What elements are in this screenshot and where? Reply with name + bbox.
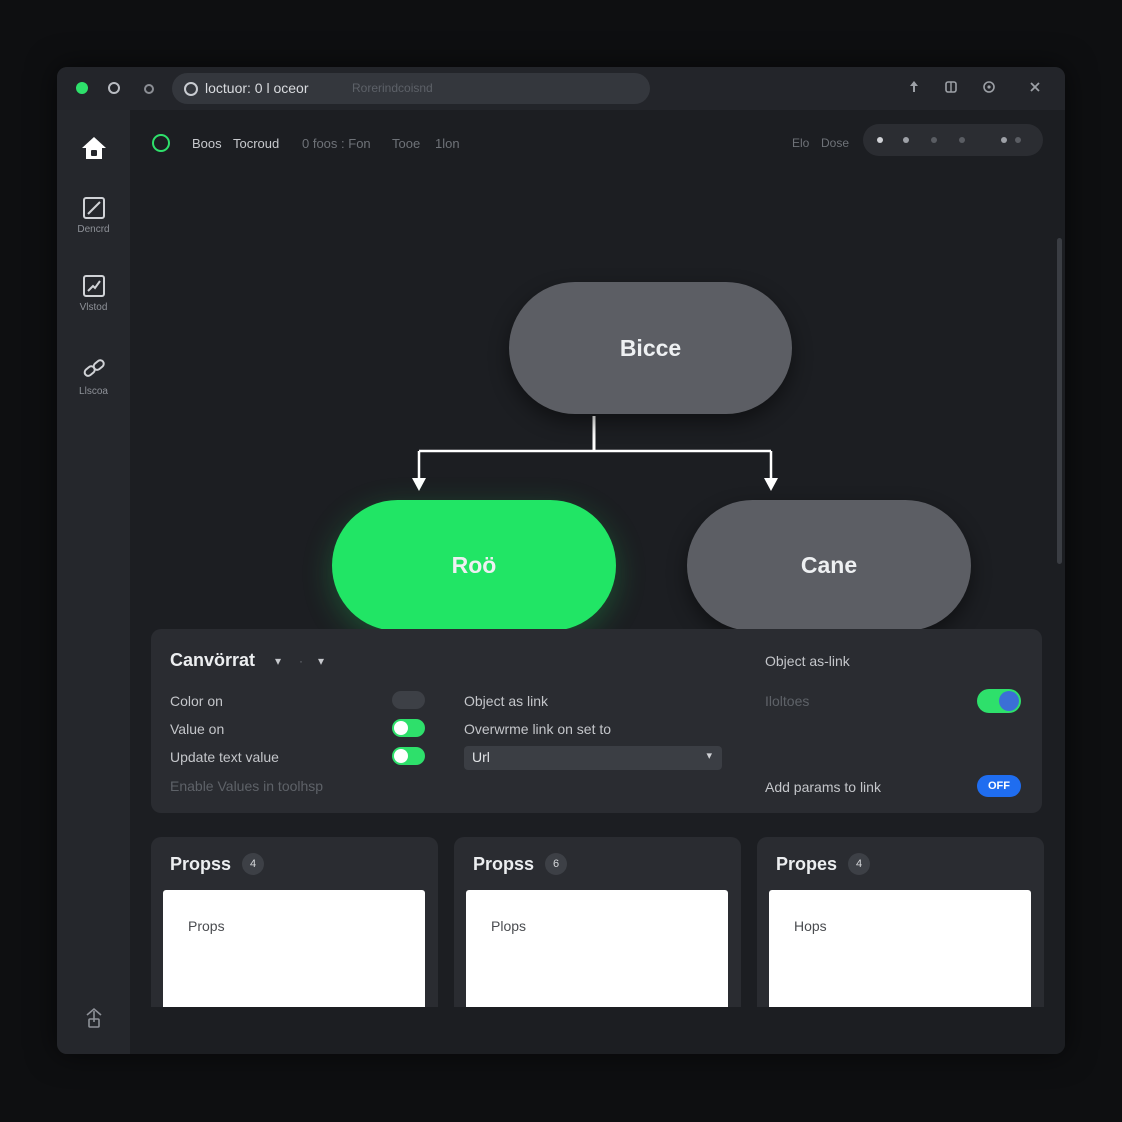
settings-panel: Canvörrat ▾ · ▾ Color on Value on Update… — [151, 629, 1042, 813]
card-badge[interactable]: 6 — [545, 853, 567, 875]
title-bar: loctuor: 0 l oceor Rorerindcoisnd — [57, 67, 1065, 110]
node-label: Cane — [800, 552, 858, 578]
color-on-label: Color on — [170, 693, 223, 709]
card-title: Propes — [776, 854, 838, 874]
sidebar-item-label: Llscoa — [79, 386, 108, 397]
card-body[interactable]: Hops — [769, 890, 1031, 1007]
sidebar-item-upload[interactable] — [57, 1006, 130, 1030]
object-as-link-toggle[interactable] — [977, 689, 1021, 713]
settings-icon[interactable] — [981, 80, 997, 96]
chevron-down-icon: ▾ — [706, 750, 712, 762]
node-label: Bicce — [619, 334, 682, 361]
update-text-label: Update text value — [170, 749, 279, 765]
control-dot[interactable] — [1001, 137, 1007, 143]
card-badge[interactable]: 4 — [848, 853, 870, 875]
card-body[interactable]: Plops — [466, 890, 728, 1007]
panel-title: Canvörrat — [170, 650, 256, 670]
update-text-toggle[interactable] — [392, 747, 425, 765]
overwrite-link-label: Overwrme link on set to — [464, 721, 612, 737]
app-window: loctuor: 0 l oceor Rorerindcoisnd Dencrd… — [57, 67, 1065, 1054]
address-bar[interactable]: loctuor: 0 l oceor Rorerindcoisnd — [172, 73, 650, 104]
flow-node-root[interactable]: Bicce — [509, 282, 792, 414]
chart-box-icon — [82, 275, 105, 297]
props-card: Propss 4 Props — [151, 837, 438, 1007]
card-title: Propss — [170, 854, 232, 874]
hidden-option-label: Iloltoes — [765, 693, 810, 709]
card-text: Plops — [491, 918, 527, 934]
enable-values-label: Enable Values in toolhsp — [170, 778, 324, 794]
props-card: Propes 4 Hops — [757, 837, 1044, 1007]
breadcrumb-item[interactable]: Tooe — [392, 136, 420, 151]
add-params-label: Add params to link — [765, 779, 881, 795]
props-card: Propss 6 Plops — [454, 837, 741, 1007]
control-dot[interactable] — [931, 137, 937, 143]
breadcrumb-item[interactable]: 0 foos : Fon — [302, 136, 371, 151]
notification-icon[interactable] — [906, 80, 922, 96]
upload-icon — [85, 1007, 102, 1028]
card-text: Props — [188, 918, 225, 934]
link-icon — [83, 359, 105, 377]
select-value: Url — [472, 749, 490, 765]
sidebar-item-home[interactable] — [57, 134, 130, 162]
control-dot[interactable] — [1015, 137, 1021, 143]
chevron-down-icon[interactable]: ▾ — [314, 654, 328, 668]
sidebar-item-label: Vlstod — [79, 302, 108, 313]
sidebar-item-dencrd[interactable]: Dencrd — [57, 196, 130, 235]
chat-icon[interactable] — [152, 134, 170, 152]
address-suffix: Rorerindcoisnd — [352, 81, 433, 95]
view-controls[interactable] — [863, 124, 1043, 156]
chevron-down-icon[interactable]: ▾ — [271, 654, 285, 668]
card-body[interactable]: Props — [163, 890, 425, 1007]
breadcrumb-item[interactable]: Tocroud — [233, 136, 279, 151]
breadcrumb-item[interactable]: 1lon — [435, 136, 460, 151]
card-badge[interactable]: 4 — [242, 853, 264, 875]
card-title: Propss — [473, 854, 535, 874]
flow-node-left-active[interactable]: Roö — [332, 500, 616, 631]
toolbar-link-elo[interactable]: Elo — [792, 136, 809, 150]
control-dot[interactable] — [959, 137, 965, 143]
sidebar-item-label: Dencrd — [77, 224, 110, 235]
flow-node-right[interactable]: Cane — [687, 500, 971, 631]
control-dot[interactable] — [903, 137, 909, 143]
object-as-link-label: Object as link — [464, 693, 549, 709]
home-icon — [81, 137, 106, 159]
window-zoom-dot[interactable] — [144, 84, 154, 94]
add-params-toggle[interactable]: OFF — [977, 775, 1021, 797]
object-as-link-heading: Object as-link — [765, 653, 850, 669]
sidebar-item-vlstod[interactable]: Vlstod — [57, 274, 130, 313]
toolbar-link-dose[interactable]: Dose — [821, 136, 849, 150]
value-on-toggle[interactable] — [392, 719, 425, 737]
close-icon[interactable] — [1027, 80, 1043, 96]
window-minimize-dot[interactable] — [108, 82, 120, 94]
color-on-toggle[interactable] — [392, 691, 425, 709]
edit-box-icon — [82, 197, 105, 219]
sidebar: Dencrd Vlstod Llscoa — [57, 110, 130, 1054]
window-close-dot[interactable] — [76, 82, 88, 94]
address-text: loctuor: 0 l oceor — [205, 80, 309, 96]
card-text: Hops — [794, 918, 827, 934]
book-icon[interactable] — [943, 80, 959, 96]
value-on-label: Value on — [170, 721, 225, 737]
dot-icon: · — [299, 654, 303, 668]
breadcrumb-item[interactable]: Boos — [192, 136, 222, 151]
sidebar-item-llscoa[interactable]: Llscoa — [57, 356, 130, 397]
node-label: Roö — [451, 552, 497, 578]
control-dot[interactable] — [877, 137, 883, 143]
link-type-select[interactable]: Url ▾ — [464, 746, 722, 770]
site-info-icon — [184, 82, 198, 96]
scrollbar[interactable] — [1057, 238, 1062, 564]
